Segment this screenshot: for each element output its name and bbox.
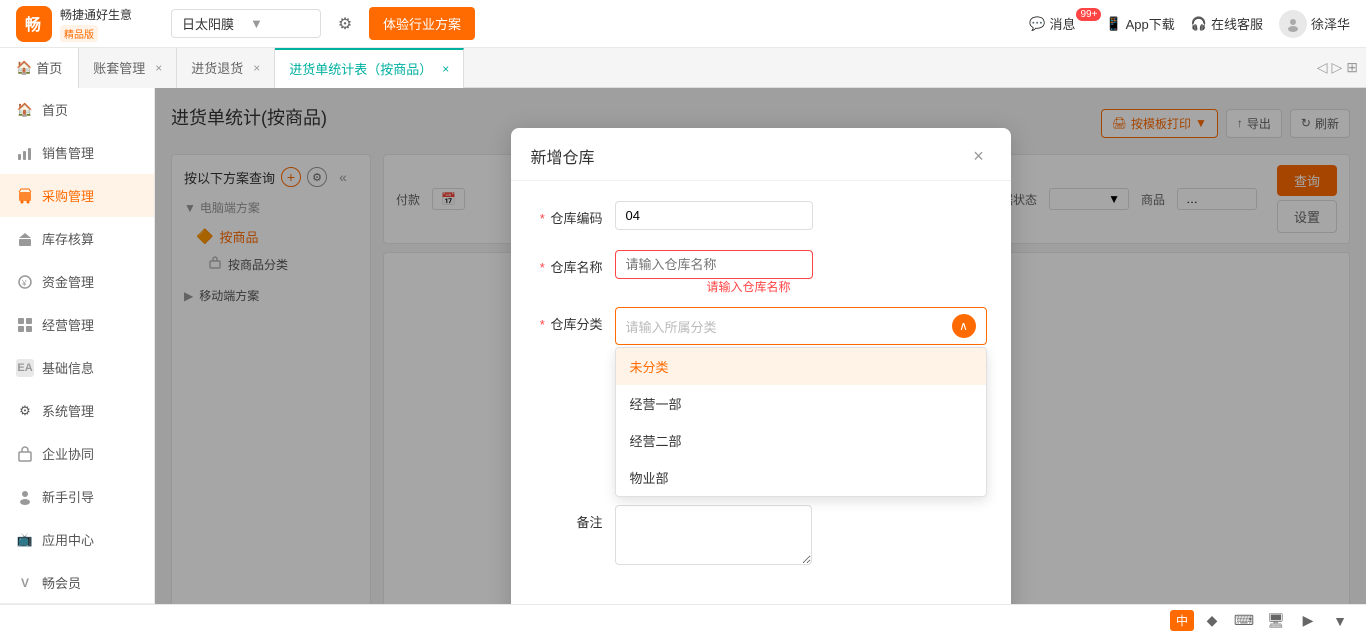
bottom-bar: 中 ◆ ⌨ 🖥 ▶ ▼ [0, 604, 1366, 636]
sidebar: 🏠 首页 销售管理 采购管理 库存核算 ¥ 资金管理 [0, 88, 155, 636]
sidebar-item-enterprise[interactable]: 企业协同 [0, 432, 154, 475]
sidebar-item-sales[interactable]: 销售管理 [0, 131, 154, 174]
operations-sidebar-icon [16, 316, 34, 334]
notification-item[interactable]: 💬 消息 99+ [1029, 14, 1089, 33]
sidebar-item-apps[interactable]: 📺 应用中心 [0, 518, 154, 561]
form-row-remark: 备注 [535, 505, 987, 568]
user-avatar [1279, 10, 1307, 38]
inventory-sidebar-icon [16, 230, 34, 248]
dropdown-item-dept1[interactable]: 经营一部 [616, 385, 986, 422]
dropdown-item-dept2[interactable]: 经营二部 [616, 422, 986, 459]
dropdown-item-unclassified[interactable]: 未分类 [616, 348, 986, 385]
tab-purchase-return[interactable]: 进货退货 × [177, 48, 275, 88]
tab-bar-controls: ◁ ▷ ⊞ [1317, 59, 1366, 76]
warehouse-code-wrap [615, 201, 987, 230]
modal-header: 新增仓库 × [511, 128, 1011, 181]
logo-area: 畅 畅捷通好生意 精品版 [16, 6, 171, 42]
user-item[interactable]: 徐泽华 [1279, 10, 1350, 38]
bottom-icon-monitor[interactable]: 🖥 [1262, 607, 1290, 635]
home-sidebar-icon: 🏠 [16, 101, 34, 119]
finance-sidebar-icon: ¥ [16, 273, 34, 291]
svg-text:¥: ¥ [21, 279, 27, 288]
notification-badge: 99+ [1076, 8, 1101, 21]
sidebar-item-basic[interactable]: EA 基础信息 [0, 346, 154, 389]
tab-accounts-close[interactable]: × [155, 62, 162, 74]
modal-close-button[interactable]: × [967, 144, 991, 168]
category-placeholder: 请输入所属分类 [626, 317, 952, 336]
dropdown-item-property[interactable]: 物业部 [616, 459, 986, 496]
remark-label: 备注 [535, 505, 615, 531]
member-sidebar-icon: V [16, 574, 34, 592]
sidebar-item-purchase[interactable]: 采购管理 [0, 174, 154, 217]
app-logo: 畅 [16, 6, 52, 42]
top-header: 畅 畅捷通好生意 精品版 日太阳膜 ▼ ⚙ 体验行业方案 💬 消息 99+ 📱 … [0, 0, 1366, 48]
sidebar-item-finance[interactable]: ¥ 资金管理 [0, 260, 154, 303]
enterprise-sidebar-icon [16, 445, 34, 463]
bottom-icon-play[interactable]: ▶ [1294, 607, 1322, 635]
tab-purchase-stat-close[interactable]: × [442, 63, 449, 75]
headset-icon: 🎧 [1191, 16, 1207, 32]
category-dropdown-list: 未分类 经营一部 经营二部 物业部 [615, 347, 987, 497]
logo-text: 畅捷通好生意 精品版 [60, 6, 132, 42]
basic-sidebar-icon: EA [16, 359, 34, 377]
modal-title: 新增仓库 [531, 144, 595, 168]
modal-add-warehouse: 新增仓库 × * 仓库编码 [511, 128, 1011, 636]
warehouse-category-wrap: 请输入所属分类 ∧ 未分类 经营一部 经营二部 物业部 [615, 307, 987, 345]
warehouse-name-label: * 仓库名称 [535, 250, 615, 276]
remark-wrap [615, 505, 987, 568]
sidebar-item-guide[interactable]: 新手引导 [0, 475, 154, 518]
bottom-icons: 中 ◆ ⌨ 🖥 ▶ ▼ [1170, 607, 1354, 635]
tab-expand[interactable]: ⊞ [1346, 59, 1358, 76]
main-layout: 🏠 首页 销售管理 采购管理 库存核算 ¥ 资金管理 [0, 88, 1366, 636]
warehouse-code-label: * 仓库编码 [535, 201, 615, 227]
settings-icon[interactable]: ⚙ [329, 8, 361, 40]
warehouse-category-dropdown[interactable]: 请输入所属分类 ∧ [615, 307, 987, 345]
sidebar-item-inventory[interactable]: 库存核算 [0, 217, 154, 260]
sidebar-item-member[interactable]: V 畅会员 [0, 561, 154, 604]
sidebar-item-home[interactable]: 🏠 首页 [0, 88, 154, 131]
tab-purchase-stat[interactable]: 进货单统计表（按商品） × [275, 48, 464, 88]
phone-icon: 📱 [1105, 16, 1121, 32]
form-row-code: * 仓库编码 [535, 201, 987, 230]
header-right: 💬 消息 99+ 📱 App下载 🎧 在线客服 徐泽华 [1029, 10, 1350, 38]
system-sidebar-icon: ⚙ [16, 402, 34, 420]
sales-sidebar-icon [16, 144, 34, 162]
category-dropdown-arrow: ∧ [952, 314, 976, 338]
online-service-item[interactable]: 🎧 在线客服 [1191, 14, 1263, 33]
purchase-sidebar-icon [16, 187, 34, 205]
sidebar-item-operations[interactable]: 经营管理 [0, 303, 154, 346]
bottom-icon-keyboard[interactable]: ⌨ [1230, 607, 1258, 635]
form-row-name: * 仓库名称 请输入仓库名称 [535, 250, 987, 279]
warehouse-name-wrap: 请输入仓库名称 [615, 250, 987, 279]
tab-accounts[interactable]: 账套管理 × [79, 48, 177, 88]
store-selector[interactable]: 日太阳膜 ▼ [171, 9, 321, 38]
warehouse-name-input[interactable] [615, 250, 813, 279]
tab-home[interactable]: 🏠 首页 [0, 48, 79, 88]
bottom-icon-diamond[interactable]: ◆ [1198, 607, 1226, 635]
tab-bar: 🏠 首页 账套管理 × 进货退货 × 进货单统计表（按商品） × ◁ ▷ ⊞ [0, 48, 1366, 88]
svg-text:畅: 畅 [25, 15, 41, 34]
notification-icon: 💬 [1029, 16, 1045, 32]
tab-purchase-return-close[interactable]: × [253, 62, 260, 74]
tab-nav-next[interactable]: ▷ [1331, 59, 1342, 76]
sidebar-item-system[interactable]: ⚙ 系统管理 [0, 389, 154, 432]
bottom-icon-zhong[interactable]: 中 [1170, 610, 1194, 631]
home-tab-icon: 🏠 [16, 60, 32, 76]
content-area: 进货单统计(按商品) 🖨 按模板打印 ▼ ↑ 导出 ↻ 刷新 [155, 88, 1366, 636]
modal-backdrop: 新增仓库 × * 仓库编码 [155, 88, 1366, 636]
form-row-category: * 仓库分类 请输入所属分类 ∧ 未分类 经营一部 [535, 307, 987, 345]
app-download-item[interactable]: 📱 App下载 [1105, 14, 1174, 33]
warehouse-name-error: 请输入仓库名称 [707, 278, 791, 295]
trial-button[interactable]: 体验行业方案 [369, 7, 475, 40]
modal-body: * 仓库编码 * 仓库名称 [511, 181, 1011, 608]
guide-sidebar-icon [16, 488, 34, 506]
warehouse-category-label: * 仓库分类 [535, 307, 615, 333]
store-dropdown-arrow: ▼ [250, 16, 310, 31]
tab-nav-prev[interactable]: ◁ [1317, 59, 1328, 76]
bottom-icon-down[interactable]: ▼ [1326, 607, 1354, 635]
apps-sidebar-icon: 📺 [16, 531, 34, 549]
warehouse-code-input[interactable] [615, 201, 813, 230]
remark-textarea[interactable] [615, 505, 812, 565]
